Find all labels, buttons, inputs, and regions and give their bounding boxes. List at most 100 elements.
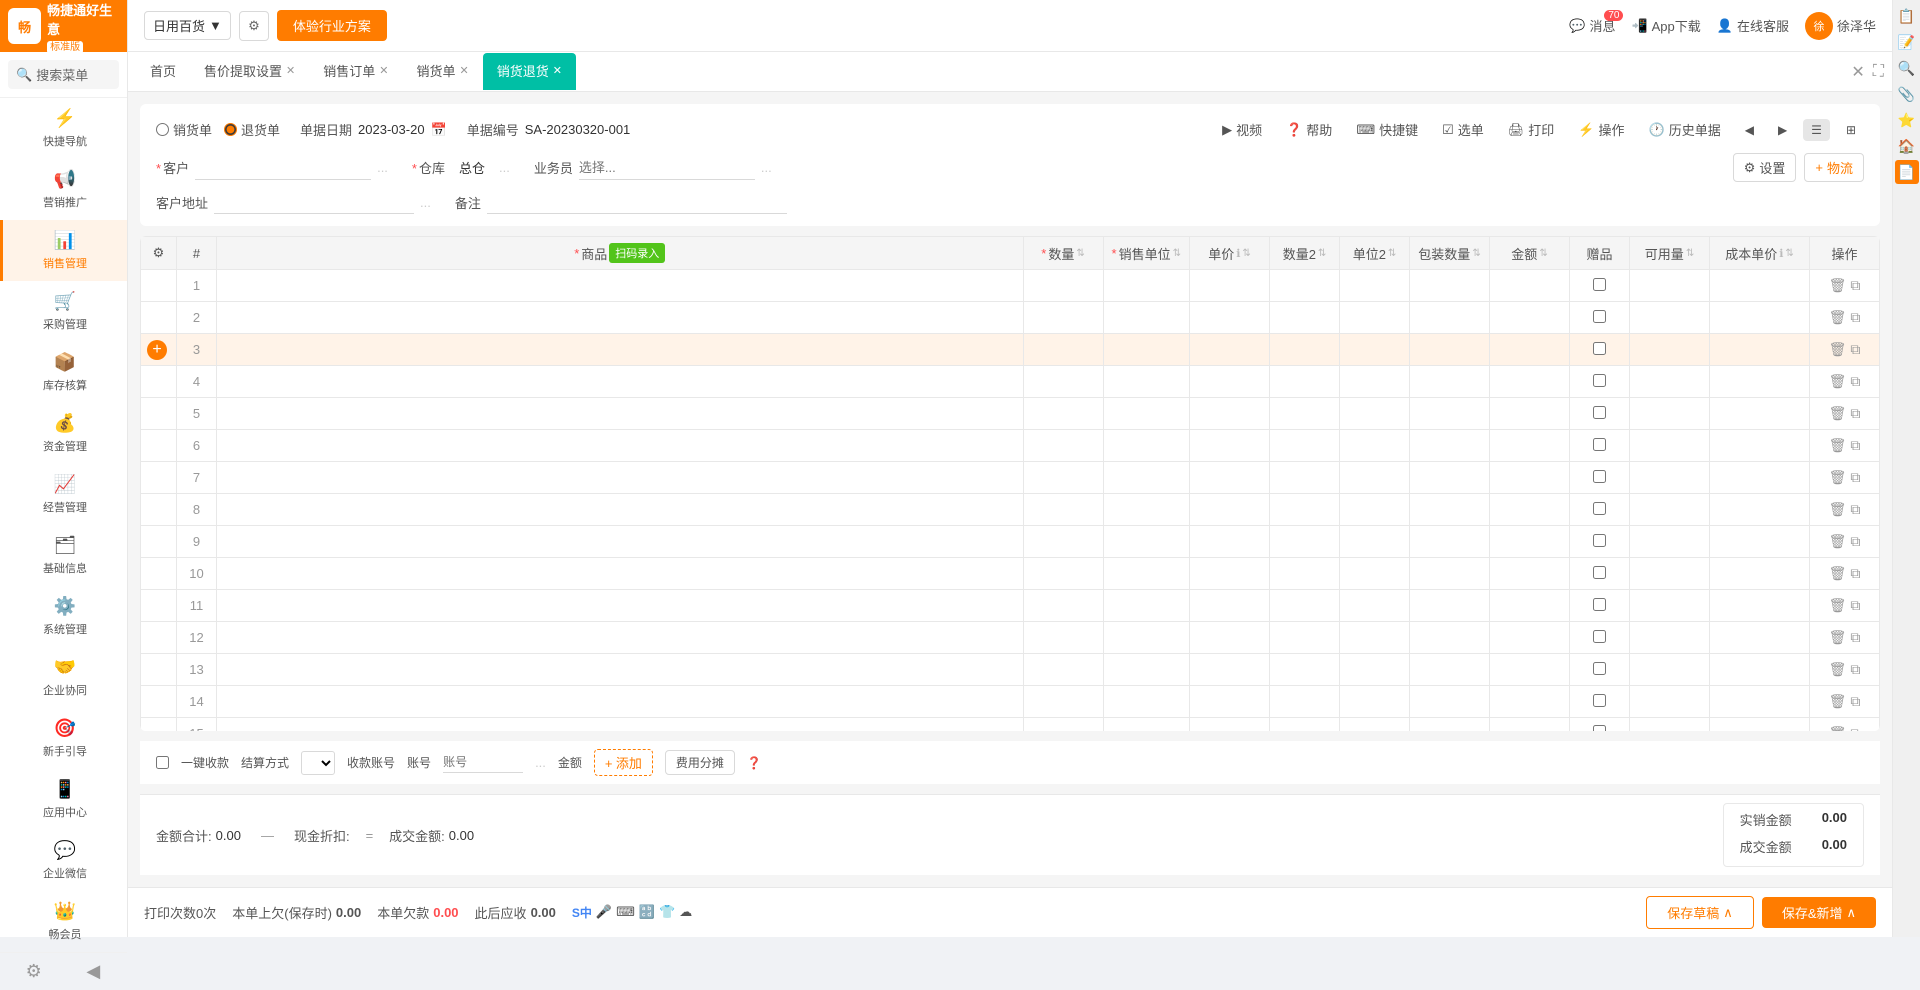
row-unit-cell[interactable] [1103, 686, 1189, 718]
row-amount-cell[interactable] [1490, 430, 1570, 462]
row-avail-cell[interactable] [1630, 302, 1710, 334]
row-pack-cell[interactable] [1410, 462, 1490, 494]
row-cost-cell[interactable] [1710, 718, 1810, 732]
row-gift-cell[interactable] [1570, 686, 1630, 718]
print-btn[interactable]: 🖨 打印 [1500, 116, 1563, 143]
row-unit2-cell[interactable] [1340, 270, 1410, 302]
copy-row-btn[interactable]: ⧉ [1850, 565, 1860, 582]
row-pack-cell[interactable] [1410, 494, 1490, 526]
row-cost-cell[interactable] [1710, 622, 1810, 654]
row-gift-cell[interactable] [1570, 622, 1630, 654]
copy-row-btn[interactable]: ⧉ [1850, 501, 1860, 518]
row-pack-cell[interactable] [1410, 718, 1490, 732]
row-qty2-cell[interactable] [1270, 654, 1340, 686]
row-price-cell[interactable] [1190, 398, 1270, 430]
sidebar-search-area[interactable]: 🔍 搜索菜单 [0, 52, 127, 98]
tab-price-close[interactable]: ✕ [286, 64, 295, 77]
row-price-cell[interactable] [1190, 302, 1270, 334]
row-unit-cell[interactable] [1103, 430, 1189, 462]
row-product-cell[interactable] [217, 270, 1024, 302]
row-qty-cell[interactable] [1023, 334, 1103, 366]
gift-checkbox[interactable] [1593, 278, 1606, 291]
row-avail-cell[interactable] [1630, 366, 1710, 398]
row-qty2-cell[interactable] [1270, 590, 1340, 622]
row-gift-cell[interactable] [1570, 462, 1630, 494]
row-cost-cell[interactable] [1710, 366, 1810, 398]
row-pack-cell[interactable] [1410, 398, 1490, 430]
row-unit2-cell[interactable] [1340, 430, 1410, 462]
row-qty-cell[interactable] [1023, 622, 1103, 654]
row-price-cell[interactable] [1190, 526, 1270, 558]
row-price-cell[interactable] [1190, 270, 1270, 302]
delete-row-btn[interactable]: 🗑 [1829, 437, 1847, 454]
radio-sale-input[interactable] [156, 123, 169, 136]
cost-info-icon[interactable]: ℹ [1779, 247, 1783, 260]
row-unit-cell[interactable] [1103, 558, 1189, 590]
row-qty-cell[interactable] [1023, 366, 1103, 398]
row-product-cell[interactable] [217, 398, 1024, 430]
tab-sales-order-close[interactable]: ✕ [379, 64, 388, 77]
radio-return[interactable]: 退货单 [224, 120, 280, 139]
sidebar-item-sales[interactable]: 📊 销售管理 [0, 220, 127, 281]
copy-row-btn[interactable]: ⧉ [1850, 533, 1860, 550]
row-qty2-cell[interactable] [1270, 462, 1340, 494]
row-pack-cell[interactable] [1410, 622, 1490, 654]
radio-sale[interactable]: 销货单 [156, 120, 212, 139]
industry-selector[interactable]: 日用百货 ▼ [144, 11, 231, 40]
delete-row-btn[interactable]: 🗑 [1829, 341, 1847, 358]
qty2-sort-icon[interactable]: ⇅ [1318, 248, 1326, 259]
delete-row-btn[interactable]: 🗑 [1829, 469, 1847, 486]
add-payment-btn[interactable]: + 添加 [594, 749, 653, 776]
row-qty-cell[interactable] [1023, 718, 1103, 732]
copy-row-btn[interactable]: ⧉ [1850, 341, 1860, 358]
row-gift-cell[interactable] [1570, 654, 1630, 686]
customer-input[interactable] [195, 156, 371, 180]
tab-price-setting[interactable]: 售价提取设置 ✕ [190, 53, 309, 90]
tab-home[interactable]: 首页 [136, 53, 190, 90]
sidebar-collapse-button[interactable]: ◀ [68, 961, 120, 982]
row-qty2-cell[interactable] [1270, 718, 1340, 732]
row-qty2-cell[interactable] [1270, 686, 1340, 718]
row-unit2-cell[interactable] [1340, 686, 1410, 718]
delete-row-btn[interactable]: 🗑 [1829, 661, 1847, 678]
sidebar-item-appcenter[interactable]: 📱 应用中心 [0, 769, 127, 830]
row-pack-cell[interactable] [1410, 654, 1490, 686]
row-amount-cell[interactable] [1490, 462, 1570, 494]
row-unit-cell[interactable] [1103, 590, 1189, 622]
gift-checkbox[interactable] [1593, 310, 1606, 323]
row-price-cell[interactable] [1190, 718, 1270, 732]
row-amount-cell[interactable] [1490, 558, 1570, 590]
maximize-button[interactable]: ⛶ [1873, 62, 1884, 82]
row-pack-cell[interactable] [1410, 270, 1490, 302]
row-pack-cell[interactable] [1410, 334, 1490, 366]
row-unit2-cell[interactable] [1340, 366, 1410, 398]
copy-row-btn[interactable]: ⧉ [1850, 373, 1860, 390]
tab-sales-return[interactable]: 销货退货 ✕ [483, 53, 576, 90]
sidebar-item-enterprise[interactable]: 🤝 企业协同 [0, 647, 127, 708]
gift-checkbox[interactable] [1593, 374, 1606, 387]
row-avail-cell[interactable] [1630, 654, 1710, 686]
row-amount-cell[interactable] [1490, 526, 1570, 558]
row-cost-cell[interactable] [1710, 526, 1810, 558]
delete-row-btn[interactable]: 🗑 [1829, 277, 1847, 294]
row-cost-cell[interactable] [1710, 686, 1810, 718]
row-price-cell[interactable] [1190, 590, 1270, 622]
gift-checkbox[interactable] [1593, 534, 1606, 547]
row-cost-cell[interactable] [1710, 270, 1810, 302]
fee-split-btn[interactable]: 费用分摊 [665, 750, 735, 775]
row-product-cell[interactable] [217, 526, 1024, 558]
sidebar-item-quick-nav[interactable]: ⚡ 快捷导航 [0, 98, 127, 159]
rp-btn-5[interactable]: ⭐ [1895, 108, 1919, 132]
row-product-cell[interactable] [217, 366, 1024, 398]
row-gift-cell[interactable] [1570, 334, 1630, 366]
copy-row-btn[interactable]: ⧉ [1850, 661, 1860, 678]
row-price-cell[interactable] [1190, 686, 1270, 718]
row-pack-cell[interactable] [1410, 302, 1490, 334]
sidebar-settings-button[interactable]: ⚙ [8, 961, 60, 982]
row-avail-cell[interactable] [1630, 462, 1710, 494]
operate-btn[interactable]: ⚡ 操作 [1570, 116, 1632, 143]
row-qty2-cell[interactable] [1270, 366, 1340, 398]
row-unit-cell[interactable] [1103, 526, 1189, 558]
row-unit-cell[interactable] [1103, 622, 1189, 654]
copy-row-btn[interactable]: ⧉ [1850, 597, 1860, 614]
